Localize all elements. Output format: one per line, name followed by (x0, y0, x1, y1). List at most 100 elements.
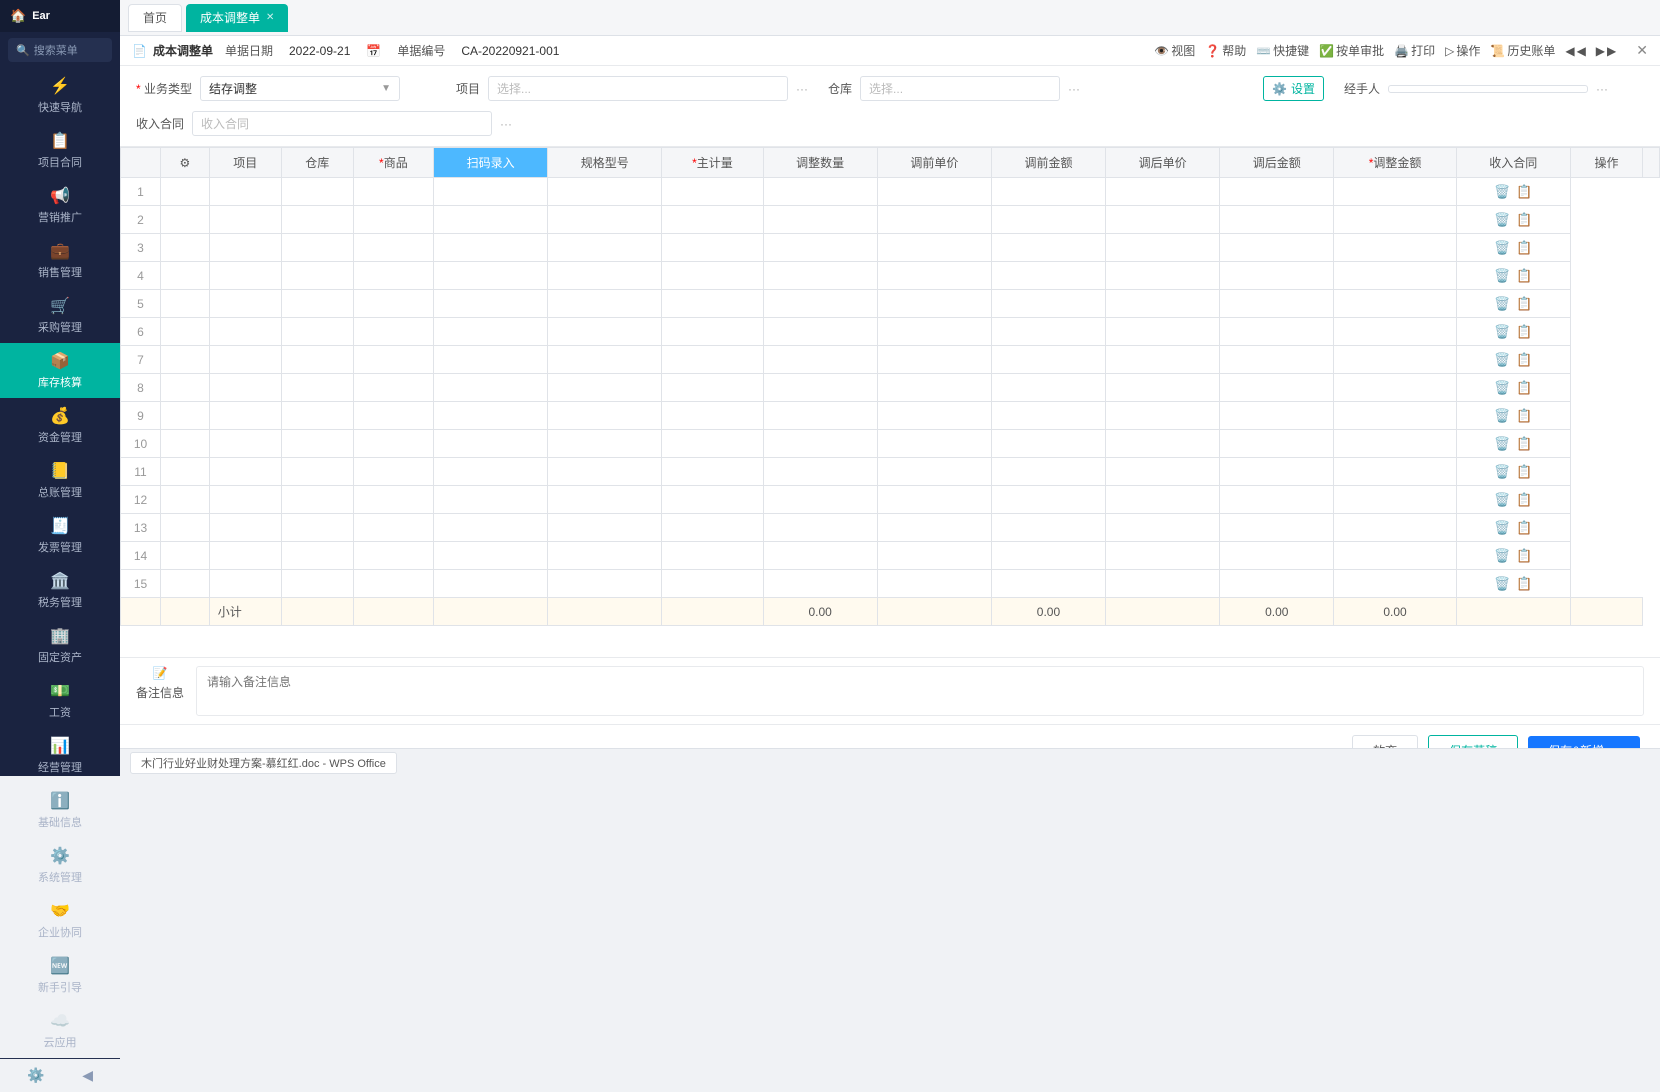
cell-2-spec-type[interactable] (434, 206, 548, 234)
cell-10-scan-input[interactable] (353, 430, 433, 458)
cell-3-before-price[interactable] (763, 234, 877, 262)
settings-button[interactable]: ⚙️ 设置 (1263, 76, 1324, 101)
cell-14-product[interactable] (281, 542, 353, 570)
cell-9-adjust-qty[interactable] (662, 402, 763, 430)
cell-8-warehouse[interactable] (209, 374, 281, 402)
cell-5-project[interactable] (161, 290, 210, 318)
sidebar-item-payroll[interactable]: 💵工资 (0, 673, 120, 728)
cell-14-income-contract[interactable] (1334, 542, 1456, 570)
cell-1-scan-input[interactable] (353, 178, 433, 206)
copy-icon-4[interactable]: 📋 (1516, 268, 1532, 284)
cell-3-warehouse[interactable] (209, 234, 281, 262)
cell-2-adjust-amount[interactable] (1220, 206, 1334, 234)
cell-12-after-amount[interactable] (1106, 486, 1220, 514)
cell-8-after-price[interactable] (991, 374, 1105, 402)
delete-icon-6[interactable]: 🗑️ (1494, 324, 1510, 340)
sidebar-item-finance[interactable]: 💰资金管理 (0, 398, 120, 453)
cell-6-before-amount[interactable] (877, 318, 991, 346)
cell-9-warehouse[interactable] (209, 402, 281, 430)
cell-6-product[interactable] (281, 318, 353, 346)
cell-14-adjust-amount[interactable] (1220, 542, 1334, 570)
cell-1-project[interactable] (161, 178, 210, 206)
cell-11-product[interactable] (281, 458, 353, 486)
cell-9-before-price[interactable] (763, 402, 877, 430)
cell-6-income-contract[interactable] (1334, 318, 1456, 346)
cell-7-after-price[interactable] (991, 346, 1105, 374)
toolbar-action-history[interactable]: 📜历史账单 (1490, 42, 1555, 59)
cell-8-adjust-amount[interactable] (1220, 374, 1334, 402)
cell-7-adjust-qty[interactable] (662, 346, 763, 374)
tab-home[interactable]: 首页 (128, 4, 182, 32)
cell-3-scan-input[interactable] (353, 234, 433, 262)
sidebar-item-cloud-apps[interactable]: ☁️云应用 (0, 1003, 120, 1058)
cell-2-project[interactable] (161, 206, 210, 234)
cell-4-scan-input[interactable] (353, 262, 433, 290)
cell-6-before-price[interactable] (763, 318, 877, 346)
cell-7-product[interactable] (281, 346, 353, 374)
cell-12-after-price[interactable] (991, 486, 1105, 514)
sidebar-item-inventory[interactable]: 📦库存核算 (0, 343, 120, 398)
cell-2-before-price[interactable] (763, 206, 877, 234)
sidebar-search[interactable]: 🔍 搜索菜单 (8, 38, 112, 62)
warehouse-more-btn[interactable]: ··· (1068, 82, 1080, 96)
settings-icon[interactable]: ⚙️ (27, 1067, 44, 1084)
cell-1-warehouse[interactable] (209, 178, 281, 206)
sidebar-item-ledger[interactable]: 📒总账管理 (0, 453, 120, 508)
cell-5-adjust-amount[interactable] (1220, 290, 1334, 318)
cell-15-adjust-amount[interactable] (1220, 570, 1334, 598)
copy-icon-7[interactable]: 📋 (1516, 352, 1532, 368)
cell-7-after-amount[interactable] (1106, 346, 1220, 374)
cell-12-spec-type[interactable] (434, 486, 548, 514)
cell-1-after-price[interactable] (991, 178, 1105, 206)
copy-icon-5[interactable]: 📋 (1516, 296, 1532, 312)
notes-input[interactable] (196, 666, 1644, 716)
cell-6-adjust-amount[interactable] (1220, 318, 1334, 346)
sidebar-item-project-contract[interactable]: 📋项目合同 (0, 123, 120, 178)
copy-icon-6[interactable]: 📋 (1516, 324, 1532, 340)
sidebar-item-invoice[interactable]: 🧾发票管理 (0, 508, 120, 563)
cell-1-spec-type[interactable] (434, 178, 548, 206)
cell-8-spec-type[interactable] (434, 374, 548, 402)
cell-13-after-amount[interactable] (1106, 514, 1220, 542)
copy-icon-12[interactable]: 📋 (1516, 492, 1532, 508)
cell-4-before-amount[interactable] (877, 262, 991, 290)
cell-12-unit[interactable] (548, 486, 662, 514)
sidebar-item-operations[interactable]: 📊经营管理 (0, 728, 120, 783)
cell-12-product[interactable] (281, 486, 353, 514)
close-button[interactable]: ✕ (1636, 42, 1648, 59)
toolbar-action-print[interactable]: 🖨️打印 (1394, 42, 1435, 59)
cell-2-scan-input[interactable] (353, 206, 433, 234)
cell-13-warehouse[interactable] (209, 514, 281, 542)
cell-5-before-amount[interactable] (877, 290, 991, 318)
project-select[interactable]: 选择... (488, 76, 788, 101)
cell-10-before-price[interactable] (763, 430, 877, 458)
cell-15-warehouse[interactable] (209, 570, 281, 598)
cell-8-scan-input[interactable] (353, 374, 433, 402)
cell-7-spec-type[interactable] (434, 346, 548, 374)
income-contract-more-btn[interactable]: ··· (500, 117, 512, 131)
toolbar-action-review[interactable]: ✅按单审批 (1319, 42, 1384, 59)
cell-4-adjust-qty[interactable] (662, 262, 763, 290)
delete-icon-4[interactable]: 🗑️ (1494, 268, 1510, 284)
toolbar-action-help[interactable]: ❓帮助 (1205, 42, 1246, 59)
cell-14-adjust-qty[interactable] (662, 542, 763, 570)
cell-13-adjust-amount[interactable] (1220, 514, 1334, 542)
cell-6-scan-input[interactable] (353, 318, 433, 346)
project-more-btn[interactable]: ··· (796, 82, 808, 96)
sidebar-item-purchase-management[interactable]: 🛒采购管理 (0, 288, 120, 343)
copy-icon-3[interactable]: 📋 (1516, 240, 1532, 256)
toolbar-action-operation[interactable]: ▷操作 (1445, 42, 1480, 59)
cell-1-before-amount[interactable] (877, 178, 991, 206)
cell-10-before-amount[interactable] (877, 430, 991, 458)
cell-2-after-price[interactable] (991, 206, 1105, 234)
copy-icon-11[interactable]: 📋 (1516, 464, 1532, 480)
cell-8-after-amount[interactable] (1106, 374, 1220, 402)
cell-9-product[interactable] (281, 402, 353, 430)
cell-14-after-amount[interactable] (1106, 542, 1220, 570)
cell-3-before-amount[interactable] (877, 234, 991, 262)
cell-15-spec-type[interactable] (434, 570, 548, 598)
cell-11-unit[interactable] (548, 458, 662, 486)
copy-icon-1[interactable]: 📋 (1516, 184, 1532, 200)
cell-6-after-amount[interactable] (1106, 318, 1220, 346)
delete-icon-13[interactable]: 🗑️ (1494, 520, 1510, 536)
